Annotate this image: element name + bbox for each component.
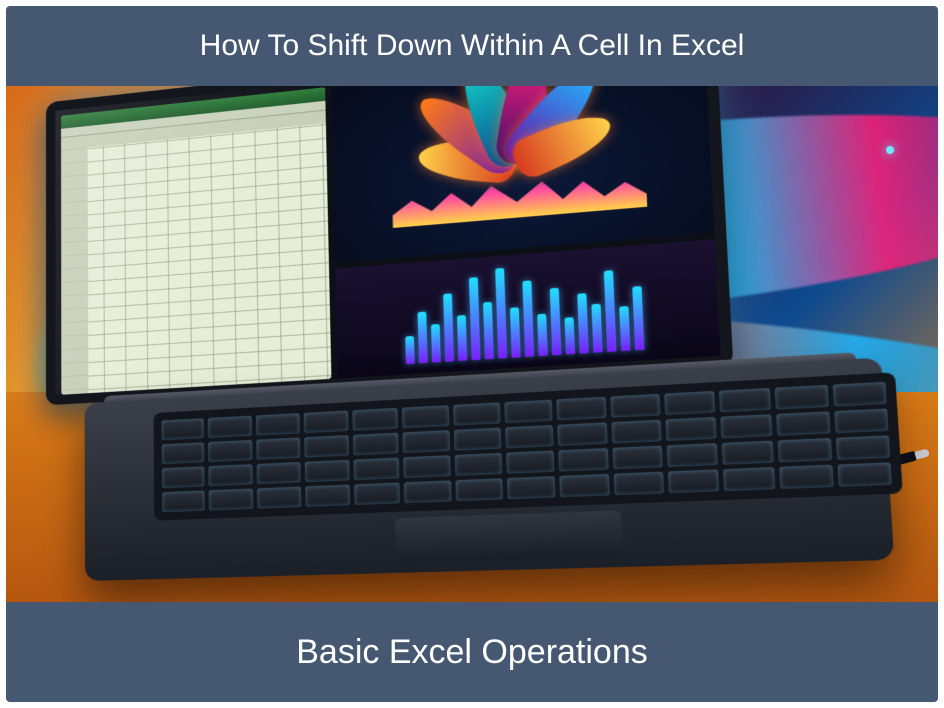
waveform-icon — [392, 162, 648, 228]
key — [161, 418, 204, 440]
key — [777, 411, 831, 436]
key — [775, 385, 828, 410]
key — [506, 450, 555, 473]
key — [353, 433, 399, 456]
chart-bar — [619, 306, 630, 351]
key — [610, 394, 660, 418]
key — [559, 448, 609, 472]
key — [354, 457, 400, 480]
key — [304, 435, 349, 458]
key — [668, 469, 720, 493]
page-title: How To Shift Down Within A Cell In Excel — [200, 29, 745, 63]
spreadsheet-panel — [61, 87, 331, 395]
key — [209, 489, 253, 511]
card-inner: How To Shift Down Within A Cell In Excel — [6, 6, 938, 702]
hero-illustration — [6, 86, 938, 602]
key — [837, 462, 892, 487]
laptop-screen — [46, 86, 733, 405]
keyboard — [153, 372, 902, 520]
title-banner: How To Shift Down Within A Cell In Excel — [6, 6, 938, 86]
chart-bar — [591, 304, 602, 353]
key — [560, 474, 610, 497]
key — [507, 476, 556, 499]
key — [455, 478, 503, 501]
chart-bar — [483, 302, 494, 359]
key — [404, 480, 451, 503]
key — [722, 441, 775, 465]
key — [611, 420, 662, 444]
chart-bar — [495, 268, 507, 358]
key — [255, 413, 299, 436]
sparkle-icon — [886, 146, 894, 154]
category-label: Basic Excel Operations — [296, 633, 648, 672]
key — [257, 487, 302, 509]
key — [352, 408, 398, 431]
key — [304, 411, 349, 434]
category-banner: Basic Excel Operations — [6, 602, 938, 702]
abstract-art-panel — [331, 86, 715, 262]
key — [557, 397, 607, 421]
key — [720, 414, 773, 438]
key — [256, 438, 300, 460]
key — [162, 490, 205, 512]
key — [208, 440, 252, 462]
key — [354, 482, 400, 505]
key — [454, 453, 502, 476]
chart-bar — [510, 308, 521, 358]
key — [666, 443, 718, 467]
chart-bar — [457, 315, 467, 361]
chart-bar — [537, 313, 548, 356]
tutorial-card: How To Shift Down Within A Cell In Excel — [0, 0, 944, 708]
chart-bar — [405, 336, 414, 365]
chart-bar — [577, 293, 589, 353]
key — [723, 467, 776, 491]
chart-bar — [469, 277, 481, 360]
key — [162, 442, 205, 464]
key — [453, 402, 501, 425]
chart-bar — [564, 317, 575, 354]
key — [780, 465, 834, 489]
chart-bar — [632, 286, 644, 351]
key — [835, 435, 890, 460]
key — [256, 462, 301, 484]
chart-bar — [604, 270, 617, 351]
key — [209, 464, 253, 486]
key — [719, 388, 771, 412]
chart-bar — [417, 311, 427, 363]
flower-visual — [367, 86, 674, 242]
key — [834, 408, 889, 433]
spreadsheet-grid — [61, 111, 331, 395]
chart-bar — [549, 288, 561, 355]
key — [402, 405, 449, 428]
laptop — [46, 86, 894, 582]
key — [778, 438, 832, 462]
key — [305, 485, 350, 507]
key — [664, 391, 715, 415]
trackpad — [395, 510, 623, 562]
bar-chart-panel — [335, 239, 721, 379]
chart-bar — [431, 324, 441, 362]
chart-bar — [443, 294, 454, 362]
key — [454, 428, 502, 451]
key — [612, 446, 663, 470]
key — [403, 430, 450, 453]
key — [665, 417, 717, 441]
key — [832, 382, 886, 407]
chart-bar — [522, 280, 534, 357]
key — [208, 416, 252, 438]
key — [505, 425, 554, 448]
key — [162, 466, 205, 488]
key — [404, 455, 451, 478]
key — [305, 460, 350, 483]
key — [558, 422, 608, 446]
key — [613, 472, 664, 496]
key — [504, 400, 553, 424]
